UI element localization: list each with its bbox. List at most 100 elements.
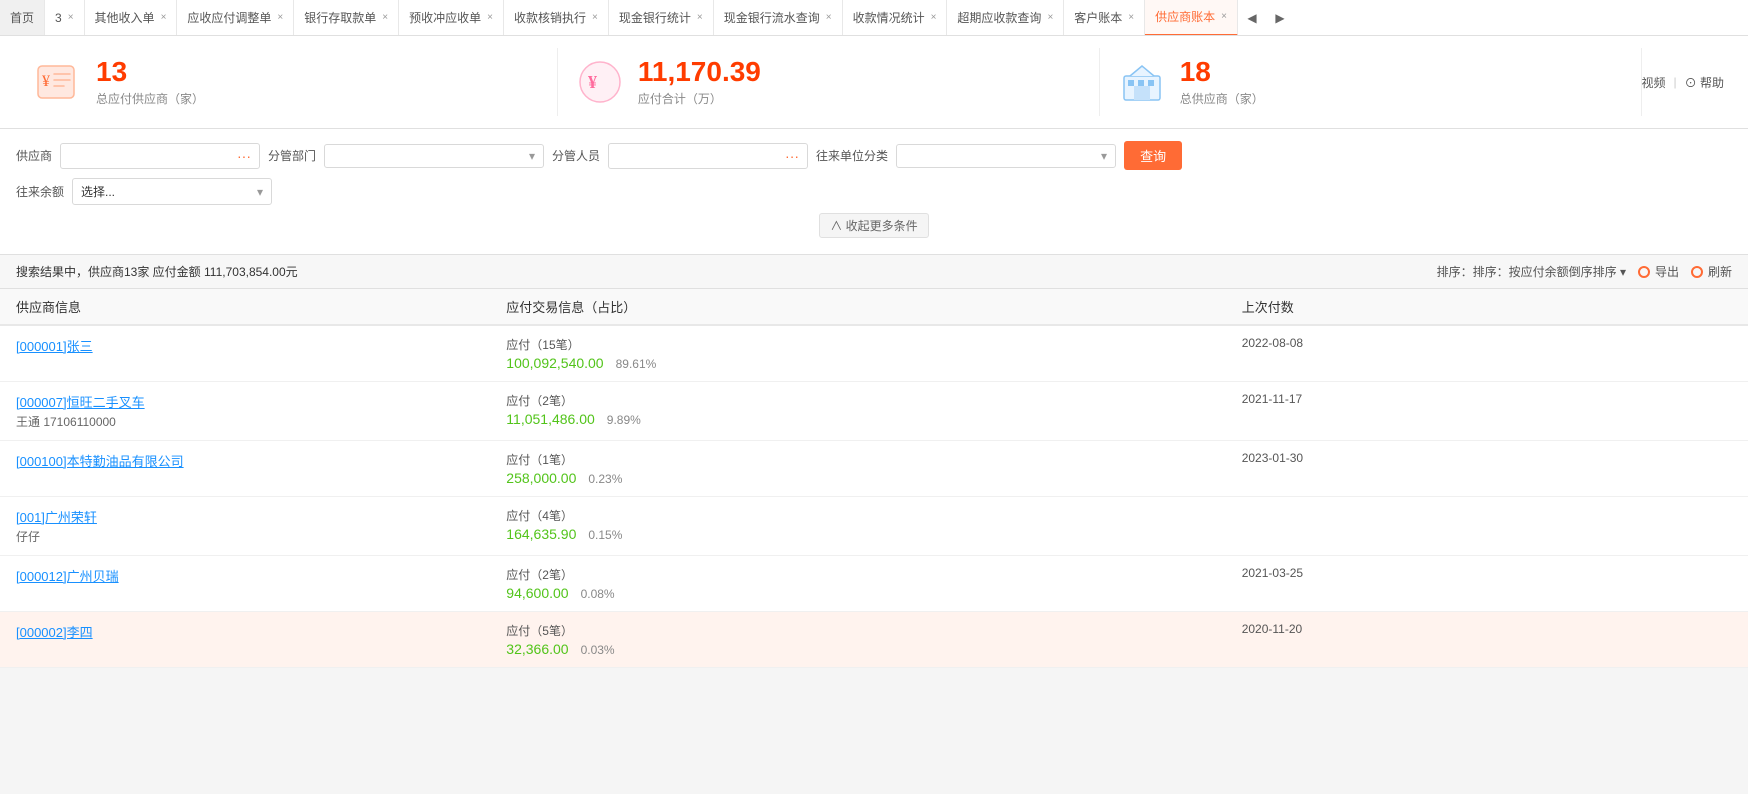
table-row: [000002]李四 应付（5笔） 32,366.00 0.03% 2020-1…: [0, 612, 1748, 668]
top-navigation: 首页 3 × 其他收入单 × 应收应付调整单 × 银行存取款单 × 预收冲应收单…: [0, 0, 1748, 36]
trade-label: 应付（15笔）: [506, 336, 1241, 353]
svg-text:¥: ¥: [588, 72, 597, 92]
supplier-info: [000100]本特勤油品有限公司: [16, 451, 506, 470]
supplier-sub: 仔仔: [16, 528, 506, 545]
supplier-filter-label: 供应商: [16, 147, 52, 164]
nav-left-arrow[interactable]: ◀: [1238, 11, 1266, 25]
trade-label: 应付（5笔）: [506, 622, 1241, 639]
query-button[interactable]: 查询: [1124, 141, 1182, 170]
supplier-link[interactable]: [000012]广州贝瑞: [16, 566, 506, 585]
close-icon[interactable]: ×: [826, 12, 832, 23]
close-icon[interactable]: ×: [931, 12, 937, 23]
close-icon[interactable]: ×: [382, 12, 388, 23]
table-header: 供应商信息 应付交易信息（占比） 上次付数: [0, 289, 1748, 326]
export-button[interactable]: 导出: [1638, 263, 1679, 280]
top-right-links: 视频 | ⊙ 帮助: [1642, 74, 1732, 91]
summary-card-total-suppliers: 18 总供应商（家）: [1100, 48, 1642, 116]
trade-pct: 0.08%: [581, 587, 615, 601]
close-icon[interactable]: ×: [68, 12, 74, 23]
person-filter-label: 分管人员: [552, 147, 600, 164]
category-filter-select[interactable]: ▾: [896, 144, 1116, 168]
trade-amount[interactable]: 164,635.90: [506, 526, 576, 542]
category-filter-label: 往来单位分类: [816, 147, 888, 164]
trade-pct: 89.61%: [616, 357, 657, 371]
data-table: 供应商信息 应付交易信息（占比） 上次付数 [000001]张三 应付（15笔）…: [0, 289, 1748, 668]
nav-collection-exec[interactable]: 收款核销执行 ×: [504, 0, 609, 36]
export-icon: [1638, 266, 1650, 278]
summary-text-payable-total: 11,170.39 应付合计（万）: [638, 57, 761, 107]
total-payable-amount-label: 应付合计（万）: [638, 90, 761, 107]
nav-other-income[interactable]: 其他收入单 ×: [85, 0, 178, 36]
sort-button[interactable]: 排序：排序：按应付余额倒序排序 ▾: [1437, 263, 1626, 280]
col-header-lastpay: 上次付数: [1242, 297, 1732, 316]
nav-receivable-adjust[interactable]: 应收应付调整单 ×: [177, 0, 294, 36]
last-pay-date: 2020-11-20: [1242, 622, 1732, 636]
close-icon[interactable]: ×: [1221, 11, 1227, 22]
summary-text-total-suppliers: 18 总供应商（家）: [1180, 57, 1264, 107]
table-row: [000100]本特勤油品有限公司 应付（1笔） 258,000.00 0.23…: [0, 441, 1748, 497]
nav-home[interactable]: 首页: [0, 0, 45, 36]
nav-cash-bank-stat[interactable]: 现金银行统计 ×: [609, 0, 714, 36]
supplier-filter-input[interactable]: ···: [60, 143, 260, 169]
nav-customer-ledger[interactable]: 客户账本 ×: [1064, 0, 1145, 36]
supplier-info: [001]广州荣轩 仔仔: [16, 507, 506, 545]
nav-collection-stat[interactable]: 收款情况统计 ×: [843, 0, 948, 36]
nav-prepay-offset[interactable]: 预收冲应收单 ×: [399, 0, 504, 36]
close-icon[interactable]: ×: [592, 12, 598, 23]
last-pay-date: 2022-08-08: [1242, 336, 1732, 350]
supplier-link[interactable]: [000100]本特勤油品有限公司: [16, 451, 506, 470]
trade-pct: 0.23%: [588, 472, 622, 486]
filter-row-2: 往来余额 选择... ▾: [16, 178, 1732, 205]
video-link[interactable]: 视频: [1642, 74, 1666, 91]
trade-info: 应付（5笔） 32,366.00 0.03%: [506, 622, 1241, 657]
total-suppliers-count: 18: [1180, 57, 1264, 88]
nav-supplier-ledger[interactable]: 供应商账本 ×: [1145, 0, 1238, 36]
close-icon[interactable]: ×: [1128, 12, 1134, 23]
close-icon[interactable]: ×: [277, 12, 283, 23]
result-bar: 搜索结果中，供应商13家 应付金额 111,703,854.00元 排序：排序：…: [0, 255, 1748, 289]
supplier-info: [000002]李四: [16, 622, 506, 641]
chevron-down-icon: ▾: [529, 149, 535, 163]
close-icon[interactable]: ×: [487, 12, 493, 23]
result-actions: 排序：排序：按应付余额倒序排序 ▾ 导出 刷新: [1437, 263, 1732, 280]
trade-amount[interactable]: 11,051,486.00: [506, 411, 595, 427]
trade-amount[interactable]: 94,600.00: [506, 585, 568, 601]
summary-card-suppliers-payable: ¥ 13 总应付供应商（家）: [16, 48, 558, 116]
supplier-link[interactable]: [000001]张三: [16, 336, 506, 355]
chevron-down-icon: ▾: [257, 185, 263, 199]
nav-bank-deposit[interactable]: 银行存取款单 ×: [294, 0, 399, 36]
nav-overdue-query[interactable]: 超期应收款查询 ×: [947, 0, 1064, 36]
trade-info: 应付（2笔） 11,051,486.00 9.89%: [506, 392, 1241, 427]
close-icon[interactable]: ×: [161, 12, 167, 23]
nav-tab-3[interactable]: 3 ×: [45, 0, 85, 36]
total-payable-suppliers-label: 总应付供应商（家）: [96, 90, 204, 107]
trade-info: 应付（2笔） 94,600.00 0.08%: [506, 566, 1241, 601]
total-suppliers-label: 总供应商（家）: [1180, 90, 1264, 107]
summary-area: ¥ 13 总应付供应商（家） ¥ 11,170.39 应付合计（万）: [0, 36, 1748, 129]
last-pay-date: 2021-03-25: [1242, 566, 1732, 580]
refresh-button[interactable]: 刷新: [1691, 263, 1732, 280]
close-icon[interactable]: ×: [697, 12, 703, 23]
collapse-filter-button[interactable]: ∧ 收起更多条件: [819, 213, 928, 238]
trade-pct: 0.03%: [581, 643, 615, 657]
nav-cash-bank-flow[interactable]: 现金银行流水查询 ×: [714, 0, 843, 36]
balance-filter-select[interactable]: 选择... ▾: [72, 178, 272, 205]
table-row: [000007]恒旺二手叉车 王通 17106110000 应付（2笔） 11,…: [0, 382, 1748, 441]
trade-amount[interactable]: 32,366.00: [506, 641, 568, 657]
nav-right-arrow[interactable]: ▶: [1266, 11, 1294, 25]
total-suppliers-icon: [1116, 56, 1168, 108]
supplier-info: [000001]张三: [16, 336, 506, 355]
supplier-link[interactable]: [000002]李四: [16, 622, 506, 641]
trade-pct: 0.15%: [588, 528, 622, 542]
dept-filter-select[interactable]: ▾: [324, 144, 544, 168]
close-icon[interactable]: ×: [1047, 12, 1053, 23]
summary-card-payable-total: ¥ 11,170.39 应付合计（万）: [558, 48, 1100, 116]
last-pay-date: 2023-01-30: [1242, 451, 1732, 465]
trade-amount[interactable]: 258,000.00: [506, 470, 576, 486]
help-link[interactable]: ⊙ 帮助: [1685, 74, 1724, 91]
supplier-link[interactable]: [000007]恒旺二手叉车: [16, 392, 506, 411]
person-filter-input[interactable]: ···: [608, 143, 808, 169]
supplier-link[interactable]: [001]广州荣轩: [16, 507, 506, 526]
trade-amount[interactable]: 100,092,540.00: [506, 355, 603, 371]
chevron-up-icon: ∧: [830, 219, 842, 233]
